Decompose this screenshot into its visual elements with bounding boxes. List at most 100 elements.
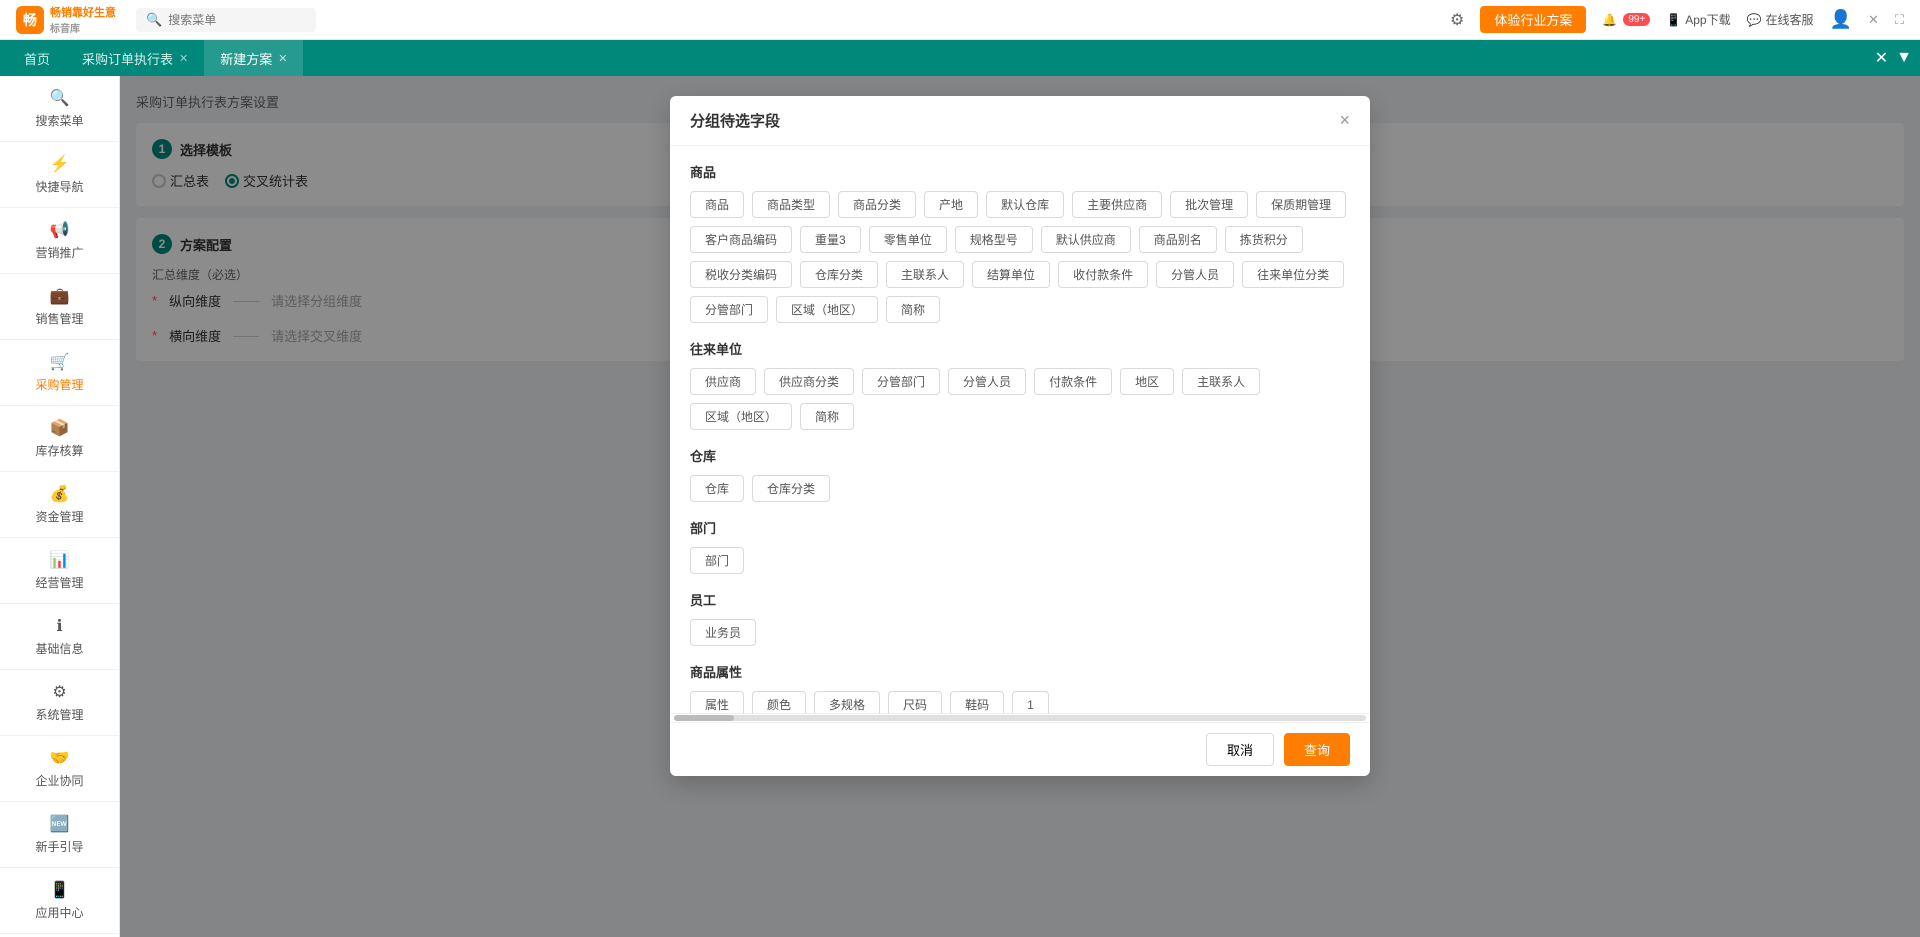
section-counterpart-tags: 供应商 供应商分类 分管部门 分管人员 付款条件 地区 主联系人 区域（地区） … [690,368,1350,430]
tag-tax-code[interactable]: 税收分类编码 [690,261,792,288]
marketing-icon: 📢 [50,220,70,240]
tag-goods-category[interactable]: 商品分类 [838,191,916,218]
tag-shelf-life[interactable]: 保质期管理 [1256,191,1346,218]
tag-payment-condition[interactable]: 付款条件 [1034,368,1112,395]
logo-text: 标音库 [50,20,116,35]
search-sidebar-icon: 🔍 [50,88,70,108]
sidebar-item-search[interactable]: 🔍 搜索菜单 [0,76,119,142]
operations-icon: 📊 [50,550,70,570]
tag-shoe-size[interactable]: 鞋码 [950,691,1004,713]
tag-pick-points[interactable]: 拣货积分 [1225,226,1303,253]
tag-retail-unit[interactable]: 零售单位 [869,226,947,253]
purchase-icon: 🛒 [50,352,70,372]
tag-attr-1[interactable]: 1 [1012,691,1049,713]
tag-warehouse-category[interactable]: 仓库分类 [800,261,878,288]
section-employee: 员工 业务员 [690,590,1350,646]
notification-area[interactable]: 🔔 99+ [1602,13,1650,27]
tag-short-name-goods[interactable]: 简称 [886,296,940,323]
header-close-icon[interactable]: ✕ [1868,12,1879,28]
tag-multi-spec[interactable]: 多规格 [814,691,880,713]
tabs-menu[interactable]: ▼ [1896,49,1912,67]
sidebar-item-inventory[interactable]: 📦 库存核算 [0,406,119,472]
tag-dept-managed-counterpart[interactable]: 分管部门 [862,368,940,395]
notification-badge: 99+ [1623,13,1650,26]
app-download[interactable]: 📱 App下载 [1666,11,1730,28]
system-icon: ⚙ [50,682,70,702]
sidebar-item-appcenter[interactable]: 📱 应用中心 [0,868,119,934]
tag-settlement-unit[interactable]: 结算单位 [972,261,1050,288]
tag-main-contact[interactable]: 主联系人 [886,261,964,288]
tag-property[interactable]: 属性 [690,691,744,713]
tag-origin[interactable]: 产地 [924,191,978,218]
sidebar-item-system[interactable]: ⚙ 系统管理 [0,670,119,736]
tab-purchase-order[interactable]: 采购订单执行表 ✕ [66,40,204,76]
tag-counterpart-category[interactable]: 往来单位分类 [1242,261,1344,288]
cancel-button[interactable]: 取消 [1206,733,1274,766]
tab-new-plan[interactable]: 新建方案 ✕ [204,40,303,76]
user-avatar[interactable]: 👤 [1830,9,1852,30]
tab-home[interactable]: 首页 [8,40,66,76]
section-warehouse-tags: 仓库 仓库分类 [690,475,1350,502]
cooperation-icon: 🤝 [50,748,70,768]
tag-dept-managed[interactable]: 分管部门 [690,296,768,323]
tag-customer-goods-code[interactable]: 客户商品编码 [690,226,792,253]
tag-payment-terms[interactable]: 收付款条件 [1058,261,1148,288]
sidebar-item-marketing[interactable]: 📢 营销推广 [0,208,119,274]
tag-warehouse-class[interactable]: 仓库分类 [752,475,830,502]
tag-short-name-counterpart[interactable]: 简称 [800,403,854,430]
layout: 🔍 搜索菜单 ⚡ 快捷导航 📢 营销推广 💼 销售管理 🛒 采购管理 📦 库存核… [0,76,1920,937]
tag-color[interactable]: 颜色 [752,691,806,713]
tag-supplier-category[interactable]: 供应商分类 [764,368,854,395]
confirm-button[interactable]: 查询 [1284,733,1350,766]
tag-region-goods[interactable]: 区域（地区） [776,296,878,323]
notification-icon: 🔔 [1602,13,1617,27]
tag-goods-alias[interactable]: 商品别名 [1139,226,1217,253]
section-employee-title: 员工 [690,590,1350,609]
tag-warehouse[interactable]: 仓库 [690,475,744,502]
tag-main-contact-counterpart[interactable]: 主联系人 [1182,368,1260,395]
tag-supplier[interactable]: 供应商 [690,368,756,395]
tag-default-supplier[interactable]: 默认供应商 [1041,226,1131,253]
tag-goods[interactable]: 商品 [690,191,744,218]
online-service[interactable]: 💬 在线客服 [1747,11,1814,28]
tag-size[interactable]: 尺码 [888,691,942,713]
tag-salesperson[interactable]: 业务员 [690,619,756,646]
section-employee-tags: 业务员 [690,619,1350,646]
section-department-title: 部门 [690,518,1350,537]
tag-weight3[interactable]: 重量3 [800,226,861,253]
header-expand-icon[interactable]: ⛶ [1895,12,1904,28]
tag-main-supplier[interactable]: 主要供应商 [1072,191,1162,218]
experience-btn[interactable]: 体验行业方案 [1480,6,1586,33]
sidebar-item-quicknav[interactable]: ⚡ 快捷导航 [0,142,119,208]
main-content: 采购订单执行表方案设置 1 选择模板 汇总表 交叉统计表 [120,76,1920,937]
sidebar-item-basics[interactable]: ℹ 基础信息 [0,604,119,670]
modal-close-button[interactable]: × [1339,110,1350,131]
section-goods-tags: 商品 商品类型 商品分类 产地 默认仓库 主要供应商 批次管理 保质期管理 客户… [690,191,1350,323]
sidebar-item-finance[interactable]: 💰 资金管理 [0,472,119,538]
tag-region-counterpart[interactable]: 地区 [1120,368,1174,395]
sidebar-item-cooperation[interactable]: 🤝 企业协同 [0,736,119,802]
search-bar[interactable]: 🔍 [136,8,316,32]
avatar-icon: 👤 [1830,9,1852,30]
sidebar-item-purchase[interactable]: 🛒 采购管理 [0,340,119,406]
sidebar-item-guide[interactable]: 🆕 新手引导 [0,802,119,868]
tag-supervisor[interactable]: 分管人员 [1156,261,1234,288]
gear-icon[interactable]: ⚙ [1450,10,1464,30]
sidebar-item-operations[interactable]: 📊 经营管理 [0,538,119,604]
header-right: ⚙ 体验行业方案 🔔 99+ 📱 App下载 💬 在线客服 👤 ✕ ⛶ [1450,6,1904,33]
tab-close-purchase[interactable]: ✕ [179,52,188,65]
sidebar-item-sales[interactable]: 💼 销售管理 [0,274,119,340]
modal-body[interactable]: 商品 商品 商品类型 商品分类 产地 默认仓库 主要供应商 批次管理 保质期管理… [670,146,1370,713]
tag-spec-model[interactable]: 规格型号 [955,226,1033,253]
tag-area-counterpart[interactable]: 区域（地区） [690,403,792,430]
tabs-close-all[interactable]: ✕ [1875,48,1888,68]
tag-default-warehouse[interactable]: 默认仓库 [986,191,1064,218]
tag-goods-type[interactable]: 商品类型 [752,191,830,218]
tag-department[interactable]: 部门 [690,547,744,574]
search-input[interactable] [168,13,268,27]
modal-horizontal-scrollbar[interactable] [670,713,1370,722]
tag-supervisor-counterpart[interactable]: 分管人员 [948,368,1026,395]
tab-close-new-plan[interactable]: ✕ [278,52,287,65]
tag-batch-mgmt[interactable]: 批次管理 [1170,191,1248,218]
section-counterpart: 往来单位 供应商 供应商分类 分管部门 分管人员 付款条件 地区 主联系人 区域… [690,339,1350,430]
